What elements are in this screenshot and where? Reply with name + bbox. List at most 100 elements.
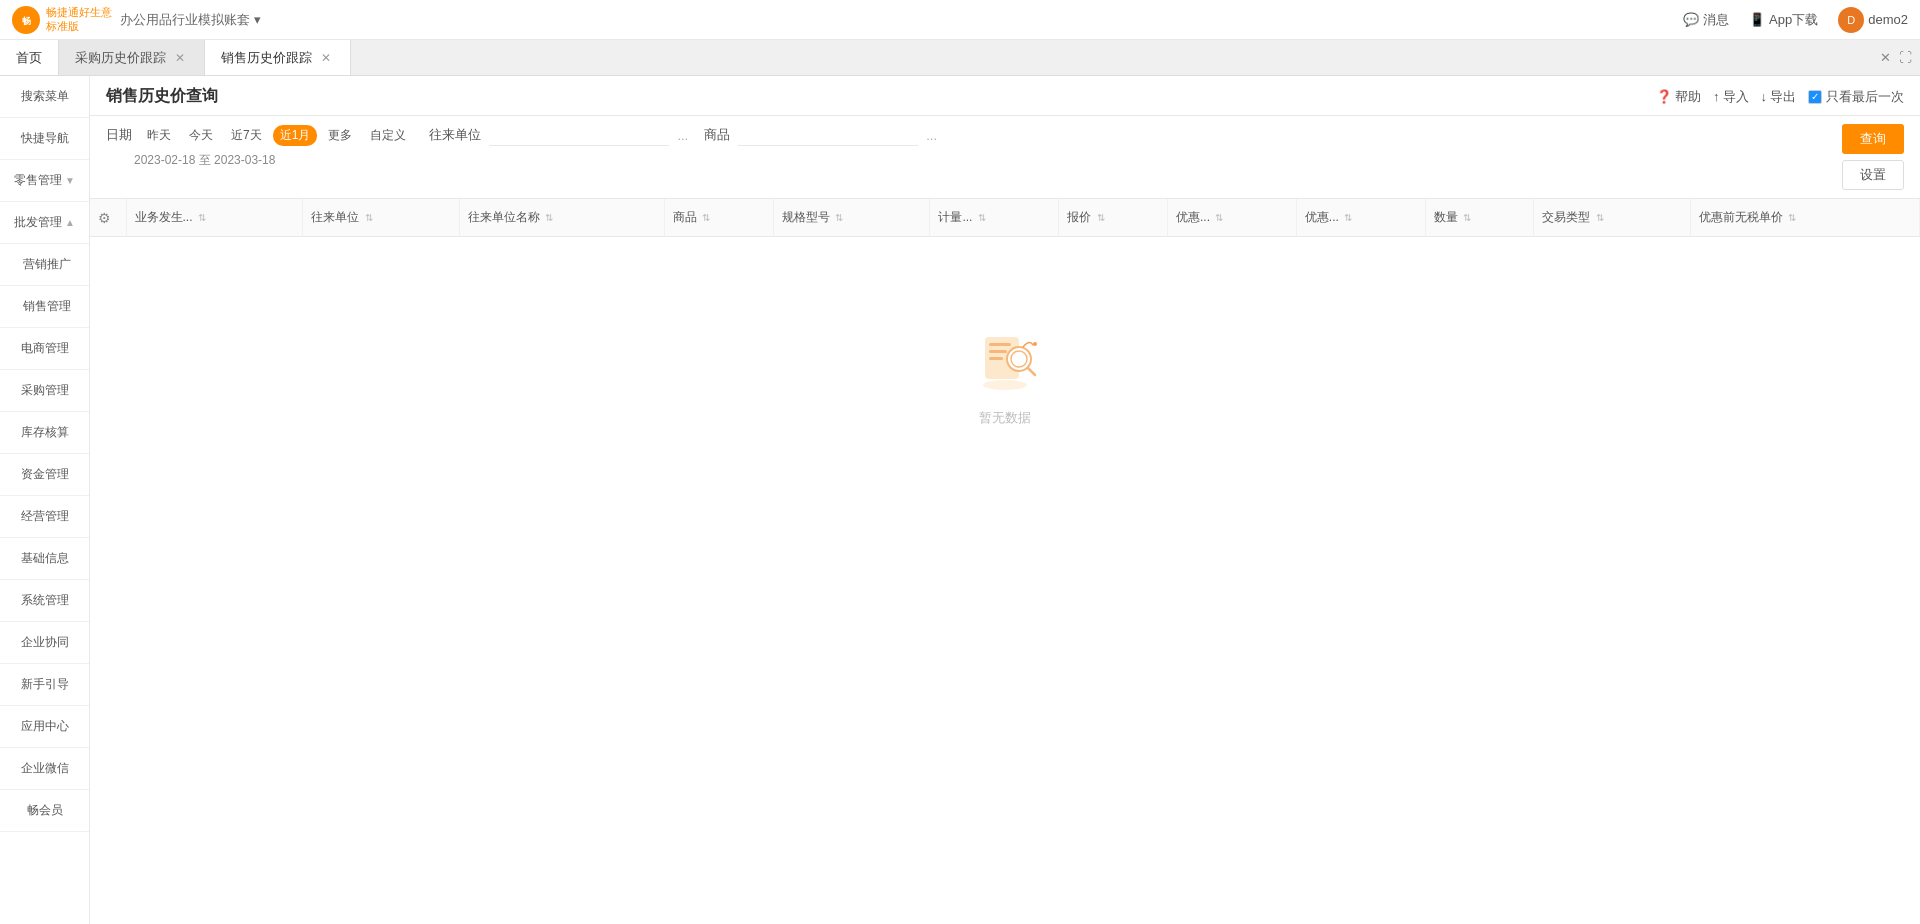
- product-filter-group: 商品 ...: [704, 124, 937, 146]
- col-date: 业务发生... ⇅: [126, 199, 303, 237]
- col-settings: ⚙: [90, 199, 126, 237]
- col-trade-type: 交易类型 ⇅: [1534, 199, 1691, 237]
- sort-icon-discount1[interactable]: ⇅: [1215, 212, 1223, 223]
- sidebar-item-basic-info[interactable]: 基础信息: [0, 538, 89, 580]
- dropdown-icon: ▾: [254, 12, 261, 27]
- product-ellipsis[interactable]: ...: [926, 128, 937, 143]
- partner-filter-group: 往来单位 ...: [429, 124, 688, 146]
- export-btn[interactable]: ↓ 导出: [1761, 88, 1797, 106]
- sort-icon-partner-code[interactable]: ⇅: [365, 212, 373, 223]
- search-button[interactable]: 查询: [1842, 124, 1904, 154]
- sort-icon-discount2[interactable]: ⇅: [1344, 212, 1352, 223]
- empty-illustration: [965, 317, 1045, 397]
- logo-icon: 畅: [12, 6, 40, 34]
- date-btn-today[interactable]: 今天: [182, 125, 220, 146]
- col-quantity: 数量 ⇅: [1425, 199, 1534, 237]
- sidebar-label: 零售管理: [14, 172, 62, 189]
- date-btn-yesterday[interactable]: 昨天: [140, 125, 178, 146]
- date-btn-1month[interactable]: 近1月: [273, 125, 318, 146]
- app-title-area[interactable]: 办公用品行业模拟账套 ▾: [120, 11, 261, 29]
- sort-icon-quote[interactable]: ⇅: [1097, 212, 1105, 223]
- sidebar-label: 系统管理: [21, 592, 69, 609]
- sidebar-item-ecommerce[interactable]: 电商管理: [0, 328, 89, 370]
- sidebar-item-system[interactable]: 系统管理: [0, 580, 89, 622]
- col-partner-code: 往来单位 ⇅: [303, 199, 460, 237]
- col-unit: 计量... ⇅: [930, 199, 1059, 237]
- import-btn[interactable]: ↑ 导入: [1713, 88, 1749, 106]
- partner-ellipsis[interactable]: ...: [677, 128, 688, 143]
- import-icon: ↑: [1713, 89, 1720, 104]
- sidebar-item-retail[interactable]: 零售管理 ▼: [0, 160, 89, 202]
- sidebar-label: 采购管理: [21, 382, 69, 399]
- sidebar-item-app-center[interactable]: 应用中心: [0, 706, 89, 748]
- download-icon: 📱: [1749, 12, 1765, 27]
- sort-icon-quantity[interactable]: ⇅: [1463, 212, 1471, 223]
- sidebar-label: 营销推广: [23, 256, 71, 273]
- message-btn[interactable]: 💬 消息: [1683, 11, 1729, 29]
- sidebar-item-search-menu[interactable]: 搜索菜单: [0, 76, 89, 118]
- product-label: 商品: [704, 126, 730, 144]
- main-layout: 搜索菜单 快捷导航 零售管理 ▼ 批发管理 ▲ 营销推广 销售管理 电商管理 采…: [0, 76, 1920, 924]
- filter-buttons: 查询 设置: [1842, 124, 1904, 190]
- date-btn-7days[interactable]: 近7天: [224, 125, 269, 146]
- only-last-checkbox[interactable]: ✓: [1808, 90, 1822, 104]
- tab-bar: 首页 采购历史价跟踪 ✕ 销售历史价跟踪 ✕ ✕ ⛶: [0, 40, 1920, 76]
- help-icon: ❓: [1656, 89, 1672, 104]
- tab-home[interactable]: 首页: [0, 40, 59, 75]
- sidebar-label: 畅会员: [27, 802, 63, 819]
- sidebar-item-quick-nav[interactable]: 快捷导航: [0, 118, 89, 160]
- sidebar-item-sales-mgmt[interactable]: 销售管理: [0, 286, 89, 328]
- col-quote: 报价 ⇅: [1059, 199, 1168, 237]
- table-header: ⚙ 业务发生... ⇅ 往来单位 ⇅ 往来单位名称 ⇅: [90, 199, 1920, 237]
- app-download-btn[interactable]: 📱 App下载: [1749, 11, 1818, 29]
- sidebar-label: 快捷导航: [21, 130, 69, 147]
- sidebar-item-member[interactable]: 畅会员: [0, 790, 89, 832]
- sidebar-label: 资金管理: [21, 466, 69, 483]
- tab-sales[interactable]: 销售历史价跟踪 ✕: [205, 40, 351, 75]
- message-icon: 💬: [1683, 12, 1699, 27]
- sidebar-label: 搜索菜单: [21, 88, 69, 105]
- help-btn[interactable]: ❓ 帮助: [1656, 88, 1701, 106]
- user-area[interactable]: D demo2: [1838, 7, 1908, 33]
- settings-button[interactable]: 设置: [1842, 160, 1904, 190]
- sort-icon-spec[interactable]: ⇅: [835, 212, 843, 223]
- sort-icon-date[interactable]: ⇅: [198, 212, 206, 223]
- sidebar-item-enterprise[interactable]: 企业协同: [0, 622, 89, 664]
- sidebar-item-purchase[interactable]: 采购管理: [0, 370, 89, 412]
- expand-icon[interactable]: ⛶: [1899, 50, 1912, 65]
- sidebar-item-inventory[interactable]: 库存核算: [0, 412, 89, 454]
- sort-icon-product[interactable]: ⇅: [702, 212, 710, 223]
- sidebar-item-operations[interactable]: 经营管理: [0, 496, 89, 538]
- product-input[interactable]: [738, 124, 918, 146]
- date-btn-custom[interactable]: 自定义: [363, 125, 413, 146]
- data-table: ⚙ 业务发生... ⇅ 往来单位 ⇅ 往来单位名称 ⇅: [90, 199, 1920, 237]
- svg-point-10: [1033, 342, 1037, 346]
- partner-label: 往来单位: [429, 126, 481, 144]
- filter-left: 日期 昨天 今天 近7天 近1月 更多 自定义: [106, 124, 937, 169]
- sort-icon-trade-type[interactable]: ⇅: [1596, 212, 1604, 223]
- partner-input[interactable]: [489, 124, 669, 146]
- tab-purchase[interactable]: 采购历史价跟踪 ✕: [59, 40, 205, 75]
- tab-sales-close[interactable]: ✕: [318, 50, 334, 66]
- sort-icon-pretax-price[interactable]: ⇅: [1788, 212, 1796, 223]
- sidebar-item-wholesale[interactable]: 批发管理 ▲: [0, 202, 89, 244]
- only-last-checkbox-label[interactable]: ✓ 只看最后一次: [1808, 88, 1904, 106]
- col-spec: 规格型号 ⇅: [773, 199, 930, 237]
- sidebar-item-wechat[interactable]: 企业微信: [0, 748, 89, 790]
- page-header-row: 销售历史价查询 ❓ 帮助 ↑ 导入 ↓ 导出: [106, 86, 1904, 107]
- close-all-icon[interactable]: ✕: [1880, 50, 1891, 65]
- sort-icon-partner-name[interactable]: ⇅: [545, 212, 553, 223]
- date-btn-more[interactable]: 更多: [321, 125, 359, 146]
- check-icon: ✓: [1811, 91, 1819, 102]
- sidebar-label: 应用中心: [21, 718, 69, 735]
- tab-purchase-close[interactable]: ✕: [172, 50, 188, 66]
- sidebar-item-finance[interactable]: 资金管理: [0, 454, 89, 496]
- content-area: 销售历史价查询 ❓ 帮助 ↑ 导入 ↓ 导出: [90, 76, 1920, 924]
- filter-row1: 日期 昨天 今天 近7天 近1月 更多 自定义: [106, 124, 937, 146]
- column-settings-icon[interactable]: ⚙: [98, 210, 111, 226]
- date-label: 日期: [106, 126, 132, 144]
- sidebar-item-marketing[interactable]: 营销推广: [0, 244, 89, 286]
- sort-icon-unit[interactable]: ⇅: [978, 212, 986, 223]
- page-header: 销售历史价查询 ❓ 帮助 ↑ 导入 ↓ 导出: [90, 76, 1920, 116]
- sidebar-item-guide[interactable]: 新手引导: [0, 664, 89, 706]
